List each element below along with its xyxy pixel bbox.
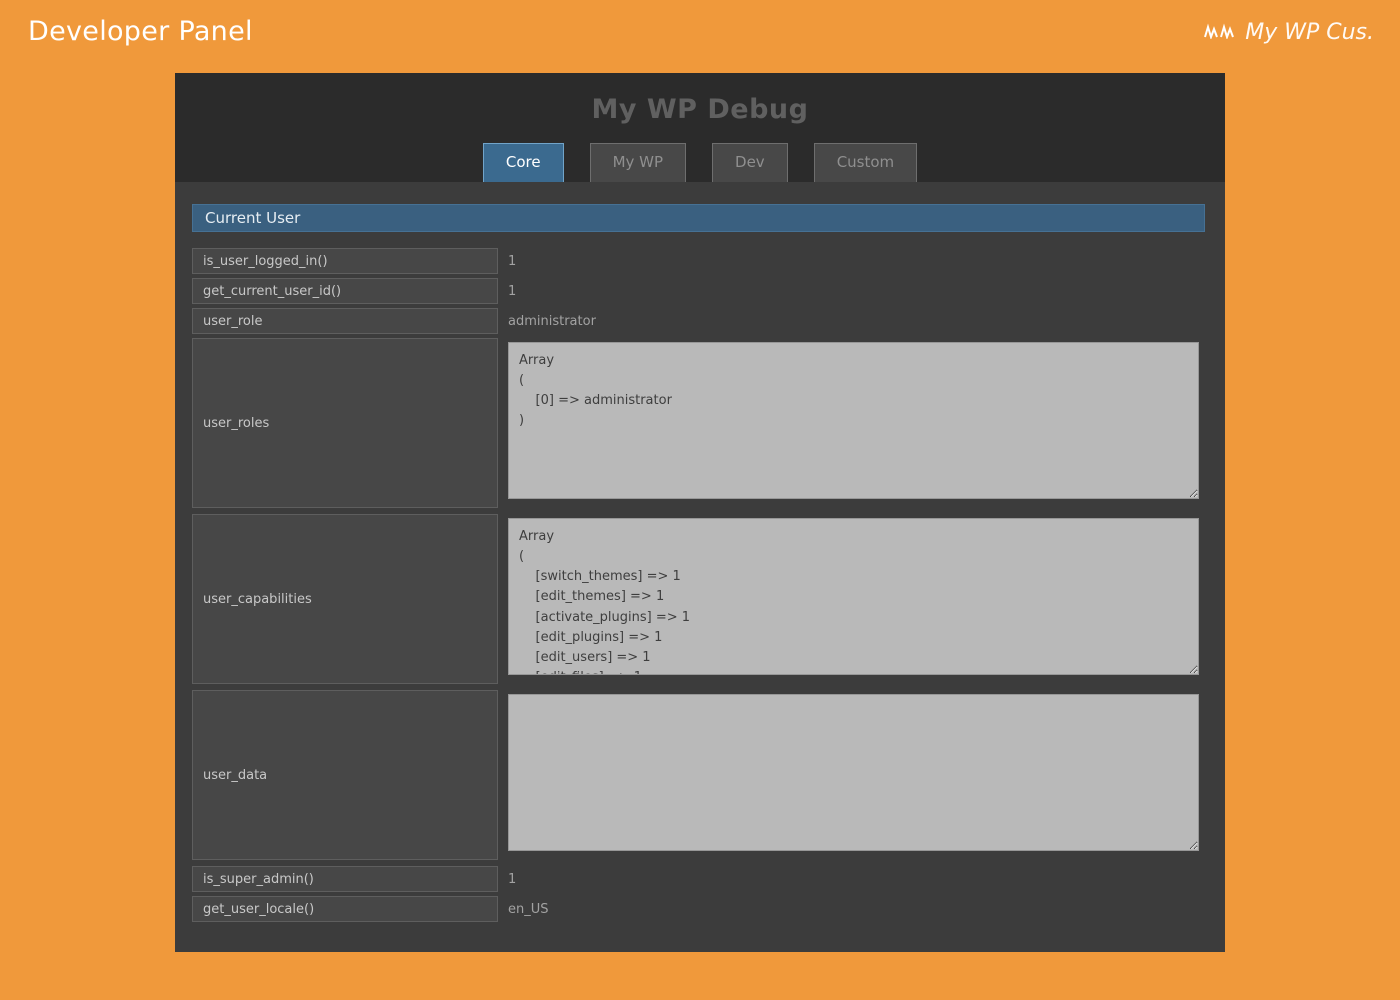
row-value: en_US bbox=[508, 901, 549, 917]
brand-logo: My WP Cus. bbox=[1204, 20, 1374, 45]
tab-my-wp[interactable]: My WP bbox=[589, 143, 687, 182]
table-row: is_super_admin() 1 bbox=[192, 866, 1205, 892]
row-value-textarea[interactable] bbox=[508, 518, 1199, 675]
row-value: 1 bbox=[508, 283, 517, 299]
tab-core[interactable]: Core bbox=[482, 143, 564, 182]
row-label: get_user_locale() bbox=[192, 896, 498, 922]
panel-header: My WP Debug Core My WP Dev Custom bbox=[175, 73, 1225, 182]
row-label: get_current_user_id() bbox=[192, 278, 498, 304]
row-value: administrator bbox=[508, 313, 596, 329]
topbar: Developer Panel My WP Cus. bbox=[0, 0, 1400, 73]
table-row: user_role administrator bbox=[192, 308, 1205, 334]
table-row: user_capabilities bbox=[192, 514, 1205, 684]
row-value: 1 bbox=[508, 253, 517, 269]
row-label: is_user_logged_in() bbox=[192, 248, 498, 274]
row-label: user_capabilities bbox=[192, 514, 498, 684]
row-value-wrap bbox=[498, 690, 1205, 860]
tab-bar: Core My WP Dev Custom bbox=[175, 143, 1225, 182]
panel-body: Current User is_user_logged_in() 1 get_cur… bbox=[175, 182, 1225, 952]
row-label: user_data bbox=[192, 690, 498, 860]
row-label: user_roles bbox=[192, 338, 498, 508]
row-label: user_role bbox=[192, 308, 498, 334]
page: Developer Panel My WP Cus. My WP Debug C… bbox=[0, 0, 1400, 952]
page-title: Developer Panel bbox=[28, 16, 253, 47]
row-value-wrap bbox=[498, 514, 1205, 684]
tab-dev[interactable]: Dev bbox=[712, 143, 788, 182]
table-row: is_user_logged_in() 1 bbox=[192, 248, 1205, 274]
table-row: user_data bbox=[192, 690, 1205, 860]
row-value-textarea[interactable] bbox=[508, 694, 1199, 851]
table-row: user_roles bbox=[192, 338, 1205, 508]
panel-title: My WP Debug bbox=[591, 94, 809, 125]
debug-panel: My WP Debug Core My WP Dev Custom Current U… bbox=[175, 73, 1225, 952]
section-title: Current User bbox=[205, 209, 301, 227]
table-row: get_user_locale() en_US bbox=[192, 896, 1205, 922]
debug-table: is_user_logged_in() 1 get_current_user_id(… bbox=[192, 248, 1205, 922]
row-value-wrap bbox=[498, 338, 1205, 508]
row-value: 1 bbox=[508, 871, 517, 887]
table-row: get_current_user_id() 1 bbox=[192, 278, 1205, 304]
row-value-textarea[interactable] bbox=[508, 342, 1199, 499]
waveform-icon bbox=[1204, 20, 1236, 45]
section-header: Current User bbox=[192, 204, 1205, 232]
brand-text: My WP Cus. bbox=[1245, 20, 1374, 45]
tab-custom[interactable]: Custom bbox=[813, 143, 918, 182]
row-label: is_super_admin() bbox=[192, 866, 498, 892]
